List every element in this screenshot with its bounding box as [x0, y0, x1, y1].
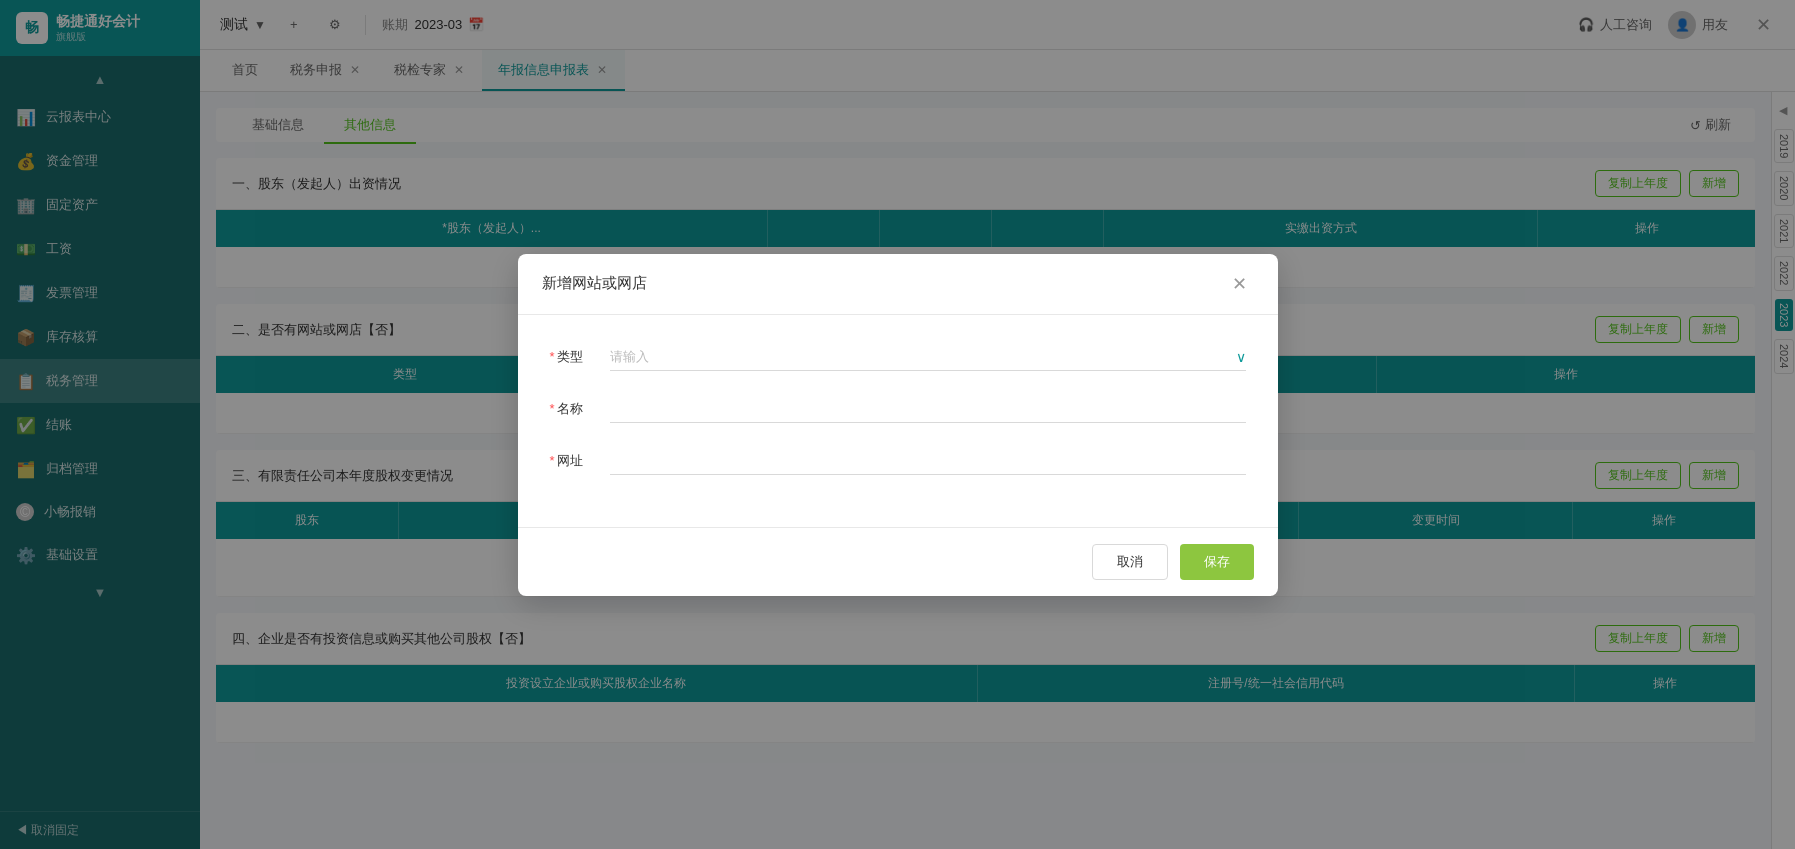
cancel-button[interactable]: 取消 [1092, 544, 1168, 580]
modal-body: *类型 ∨ *名称 *网址 [518, 315, 1278, 527]
modal-header: 新增网站或网店 ✕ [518, 254, 1278, 315]
modal-footer: 取消 保存 [518, 527, 1278, 596]
name-input[interactable] [610, 395, 1246, 423]
form-label-url: *网址 [550, 452, 610, 470]
modal-close-button[interactable]: ✕ [1226, 270, 1254, 298]
form-field-url: *网址 [550, 447, 1246, 475]
modal-title: 新增网站或网店 [542, 274, 647, 293]
form-name-wrap [610, 395, 1246, 423]
form-url-wrap [610, 447, 1246, 475]
save-button[interactable]: 保存 [1180, 544, 1254, 580]
form-label-type: *类型 [550, 348, 610, 366]
form-type-wrap: ∨ [610, 343, 1246, 371]
form-field-type: *类型 ∨ [550, 343, 1246, 371]
add-website-modal: 新增网站或网店 ✕ *类型 ∨ *名称 [518, 254, 1278, 596]
modal-overlay[interactable]: 新增网站或网店 ✕ *类型 ∨ *名称 [0, 0, 1795, 849]
url-input[interactable] [610, 447, 1246, 475]
type-input[interactable] [610, 343, 1246, 371]
form-field-name: *名称 [550, 395, 1246, 423]
form-label-name: *名称 [550, 400, 610, 418]
